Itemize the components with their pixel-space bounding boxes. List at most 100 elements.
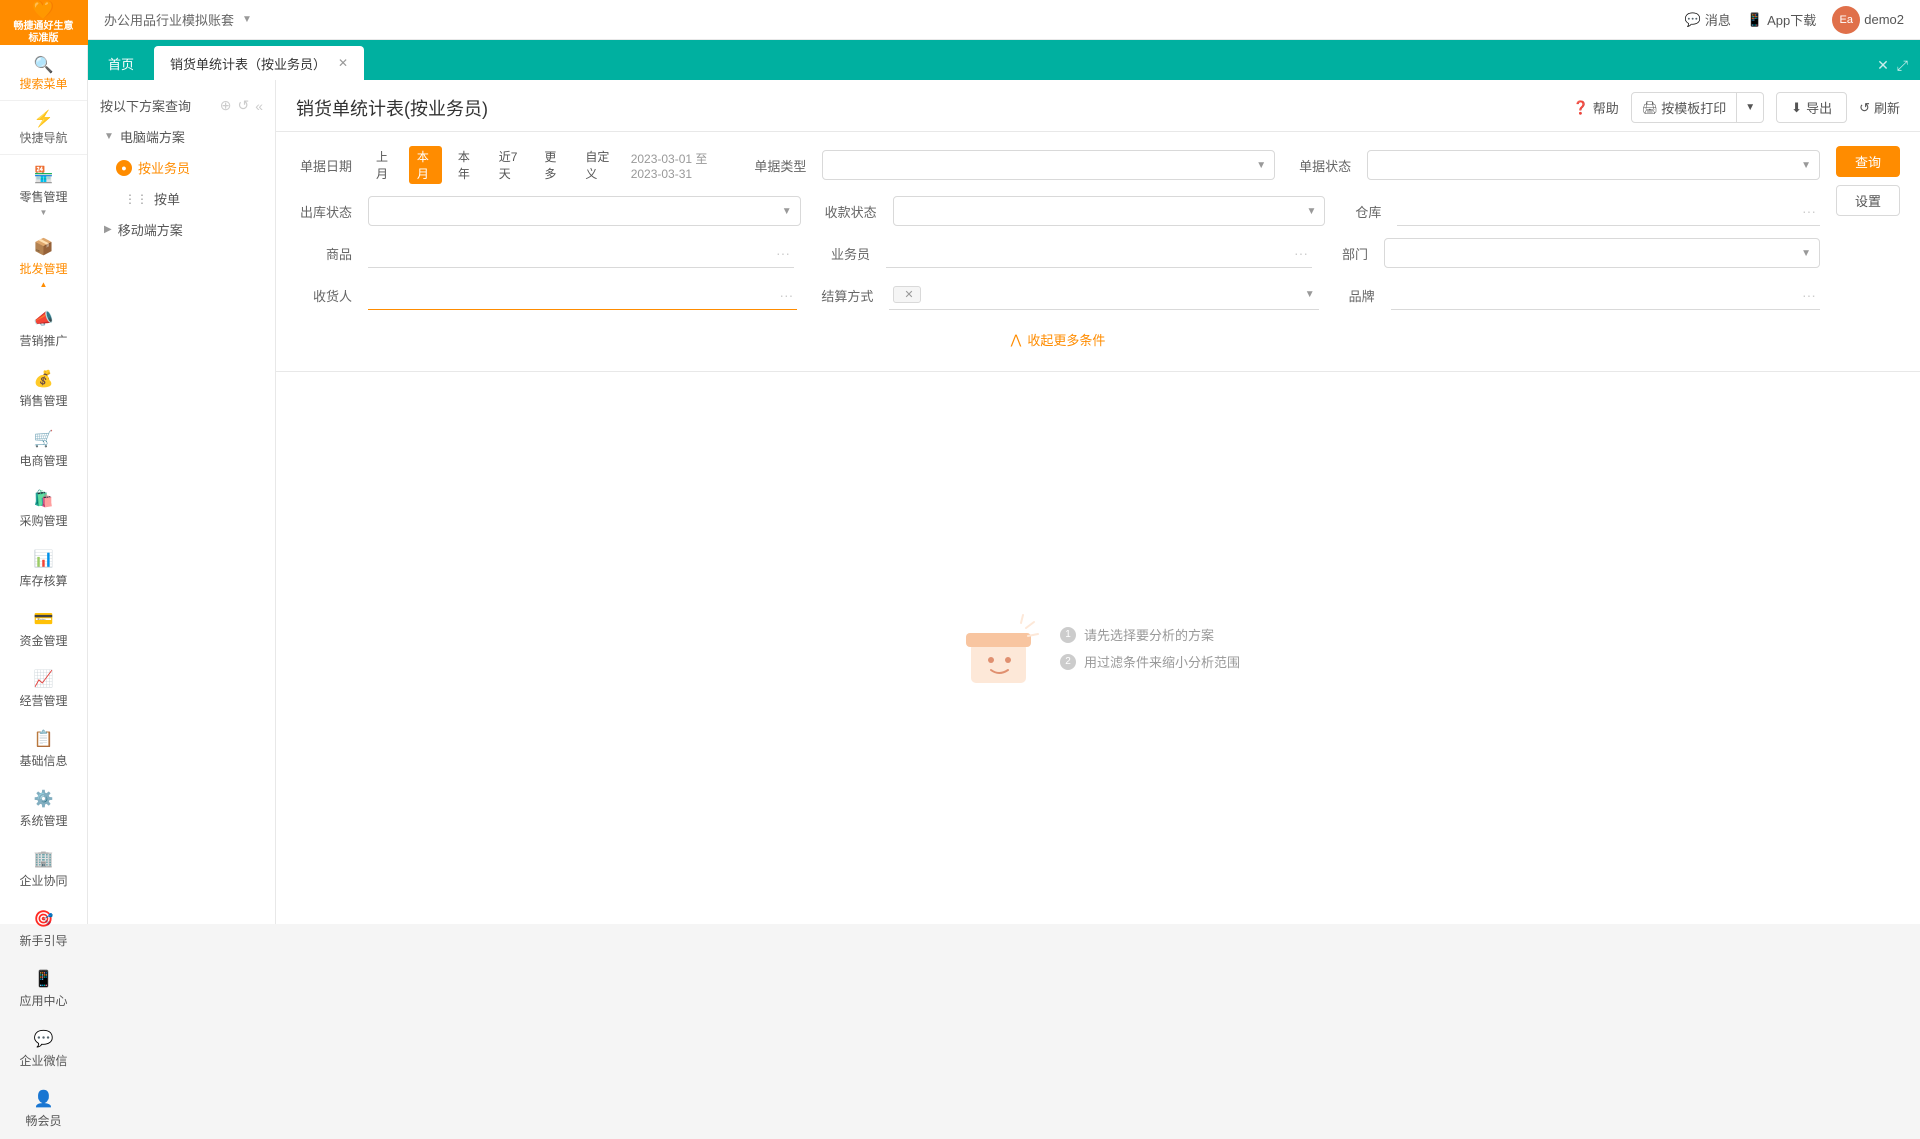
sidebar-item-sales[interactable]: 💰 销售管理: [0, 359, 87, 419]
sidebar-item-apps[interactable]: 📱 应用中心: [0, 959, 87, 1019]
sidebar-item-finance[interactable]: 💳 资金管理: [0, 599, 87, 659]
sidebar-item-wechat[interactable]: 💬 企业微信: [0, 1019, 87, 1079]
panel-collapse-btn[interactable]: «: [255, 98, 263, 114]
salesperson-label: 业务员: [810, 244, 870, 263]
app-logo[interactable]: 🧡 畅捷通好生意 标准版: [0, 0, 88, 45]
sidebar-item-wholesale[interactable]: 📦 批发管理 ▲: [0, 227, 87, 299]
sidebar-item-basic[interactable]: 📋 基础信息: [0, 719, 87, 779]
right-panel: 销货单统计表(按业务员) ❓ 帮助 🖨 按模板打印 ▼ ⬇: [276, 80, 1920, 924]
settlement-tag-clear[interactable]: ✕: [904, 288, 913, 301]
message-label: 消息: [1705, 10, 1731, 29]
sidebar: 🧡 畅捷通好生意 标准版 🔍 搜索菜单 ⚡ 快捷导航 🏪 零售管理 ▼ 📦 批发…: [0, 0, 88, 924]
sidebar-item-corp[interactable]: 🏢 企业协同: [0, 839, 87, 899]
message-btn[interactable]: 💬 消息: [1685, 10, 1731, 29]
tab-report-label: 销货单统计表（按业务员）: [170, 54, 326, 73]
sidebar-item-marketing[interactable]: 📣 营销推广: [0, 299, 87, 359]
export-label: 导出: [1806, 98, 1832, 117]
goods-label: 商品: [296, 244, 352, 263]
template-print-text[interactable]: 🖨 按模板打印: [1632, 93, 1738, 122]
date-btn-custom[interactable]: 自定义: [577, 146, 618, 184]
sidebar-basic-label: 基础信息: [19, 752, 67, 769]
inventory-icon: 📊: [34, 549, 54, 569]
doctype-select[interactable]: ▼: [822, 150, 1275, 180]
date-btn-thisyear[interactable]: 本年: [450, 146, 483, 184]
brand-input[interactable]: ···: [1391, 280, 1820, 310]
sidebar-item-search[interactable]: 🔍 搜索菜单: [0, 45, 87, 101]
export-btn[interactable]: ⬇ 导出: [1776, 92, 1847, 123]
date-btn-7days[interactable]: 近7天: [491, 146, 529, 184]
brand-dots-icon: ···: [1802, 287, 1816, 303]
sidebar-item-retail[interactable]: 🏪 零售管理 ▼: [0, 155, 87, 227]
user-profile-btn[interactable]: Ea demo2: [1832, 6, 1904, 34]
sidebar-member-label: 畅会员: [25, 1112, 61, 1129]
suite-dropdown-icon[interactable]: ▼: [242, 14, 252, 25]
logo-text: 畅捷通好生意: [14, 21, 74, 33]
filter-row-2: 出库状态 ▼ 收款状态 ▼ 仓库 ···: [296, 196, 1820, 226]
sidebar-item-shortcut[interactable]: ⚡ 快捷导航: [0, 101, 87, 155]
outstatus-arrow-icon: ▼: [782, 206, 792, 217]
collapse-btn[interactable]: ⋀ 收起更多条件: [296, 322, 1820, 357]
page-header: 销货单统计表(按业务员) ❓ 帮助 🖨 按模板打印 ▼ ⬇: [276, 80, 1920, 132]
tab-home[interactable]: 首页: [92, 46, 150, 80]
sidebar-item-member[interactable]: 👤 畅会员: [0, 1079, 87, 1139]
consignee-dots-icon: ···: [779, 287, 793, 303]
empty-illustration: [956, 608, 1046, 698]
tree-item-by-salesperson[interactable]: ● 按业务员: [88, 152, 275, 183]
date-label: 单据日期: [296, 156, 352, 175]
date-filter: 上月 本月 本年 近7天 更多 自定义 2023-03-01 至 2023-03…: [368, 146, 730, 184]
outstatus-label: 出库状态: [296, 202, 352, 221]
goods-input[interactable]: ···: [368, 238, 794, 268]
settlement-input[interactable]: ✕ ▼: [889, 280, 1318, 310]
date-btn-thismonth[interactable]: 本月: [409, 146, 442, 184]
help-btn[interactable]: ❓ 帮助: [1573, 98, 1619, 117]
outstatus-select[interactable]: ▼: [368, 196, 801, 226]
sidebar-item-system[interactable]: ⚙️ 系统管理: [0, 779, 87, 839]
message-icon: 💬: [1685, 12, 1701, 28]
refresh-btn[interactable]: ↺ 刷新: [1859, 98, 1900, 117]
tree-item-mobile[interactable]: ▶ 移动端方案: [88, 214, 275, 245]
window-maximize-btn[interactable]: ⤢: [1897, 57, 1908, 74]
salesperson-input[interactable]: ···: [886, 238, 1312, 268]
wholesale-icon: 📦: [34, 237, 54, 257]
tip-text-2: 用过滤条件来缩小分析范围: [1084, 652, 1240, 671]
user-avatar: Ea: [1832, 6, 1860, 34]
panel-refresh-btn[interactable]: ↺: [237, 97, 249, 114]
query-btn[interactable]: 查询: [1836, 146, 1900, 177]
consignee-input[interactable]: ···: [368, 280, 797, 310]
date-btn-lastmonth[interactable]: 上月: [368, 146, 401, 184]
warehouse-input[interactable]: ···: [1397, 196, 1820, 226]
sidebar-item-newbie[interactable]: 🎯 新手引导: [0, 899, 87, 959]
template-print-arrow[interactable]: ▼: [1737, 97, 1763, 118]
sidebar-item-inventory[interactable]: 📊 库存核算: [0, 539, 87, 599]
app-download-btn[interactable]: 📱 App下载: [1747, 10, 1816, 29]
consignee-label: 收货人: [296, 286, 352, 305]
sales-icon: 💰: [34, 369, 54, 389]
retail-expand-icon: ▼: [40, 208, 48, 217]
tab-report[interactable]: 销货单统计表（按业务员） ✕: [154, 46, 364, 80]
docstatus-select[interactable]: ▼: [1367, 150, 1820, 180]
panel-add-btn[interactable]: ⊕: [220, 97, 232, 114]
receiptstatus-select[interactable]: ▼: [893, 196, 1326, 226]
doctype-label: 单据类型: [746, 156, 806, 175]
sidebar-item-operations[interactable]: 📈 经营管理: [0, 659, 87, 719]
sidebar-newbie-label: 新手引导: [19, 932, 67, 949]
receiptstatus-label: 收款状态: [817, 202, 877, 221]
wholesale-expand-icon: ▲: [40, 280, 48, 289]
marketing-icon: 📣: [34, 309, 54, 329]
tree-item-desktop[interactable]: ▼ 电脑端方案: [88, 121, 275, 152]
tree-item-by-order[interactable]: ⋮⋮ 按单: [88, 183, 275, 214]
sidebar-item-purchase[interactable]: 🛍️ 采购管理: [0, 479, 87, 539]
help-label: 帮助: [1593, 98, 1619, 117]
tree-label-salesperson: 按业务员: [138, 158, 190, 177]
docstatus-label: 单据状态: [1291, 156, 1351, 175]
dept-select[interactable]: ▼: [1384, 238, 1820, 268]
template-print-btn-group[interactable]: 🖨 按模板打印 ▼: [1631, 92, 1764, 123]
sidebar-item-ecommerce[interactable]: 🛒 电商管理: [0, 419, 87, 479]
settings-btn[interactable]: 设置: [1836, 185, 1900, 216]
user-name: demo2: [1864, 12, 1904, 27]
window-close-btn[interactable]: ✕: [1877, 57, 1889, 74]
tab-report-close[interactable]: ✕: [338, 56, 348, 70]
sidebar-apps-label: 应用中心: [19, 992, 67, 1009]
date-btn-more[interactable]: 更多: [536, 146, 569, 184]
page-actions: ❓ 帮助 🖨 按模板打印 ▼ ⬇ 导出: [1573, 92, 1900, 123]
